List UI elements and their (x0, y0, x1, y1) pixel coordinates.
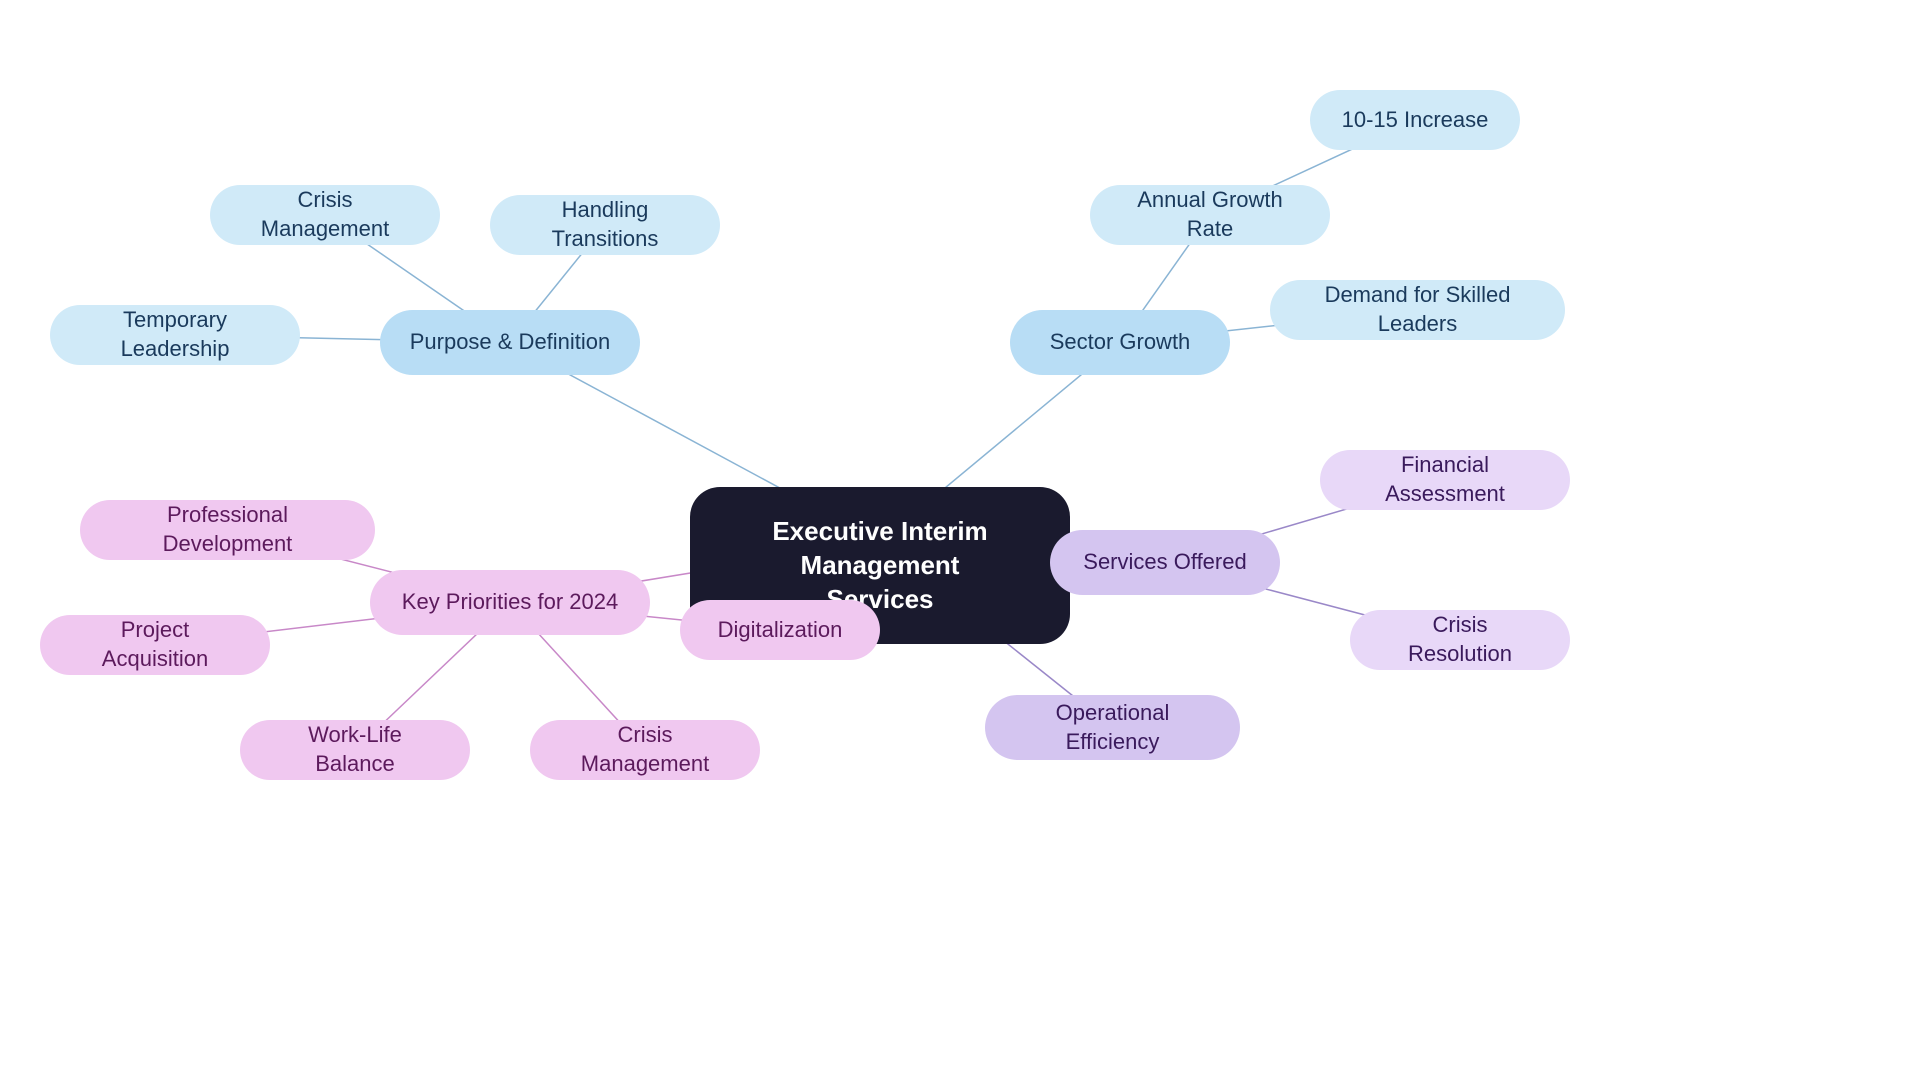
ten-fifteen-increase-node: 10-15 Increase (1310, 90, 1520, 150)
sector-growth-label: Sector Growth (1050, 328, 1191, 357)
purpose-definition-node: Purpose & Definition (380, 310, 640, 375)
digitalization-node: Digitalization (680, 600, 880, 660)
crisis-resolution-node: Crisis Resolution (1350, 610, 1570, 670)
purpose-definition-label: Purpose & Definition (410, 328, 611, 357)
professional-development-label: Professional Development (108, 501, 347, 558)
work-life-balance-node: Work-Life Balance (240, 720, 470, 780)
crisis-management-top-label: Crisis Management (238, 186, 412, 243)
key-priorities-node: Key Priorities for 2024 (370, 570, 650, 635)
handling-transitions-node: Handling Transitions (490, 195, 720, 255)
temporary-leadership-label: Temporary Leadership (78, 306, 272, 363)
services-offered-label: Services Offered (1083, 548, 1246, 577)
crisis-resolution-label: Crisis Resolution (1378, 611, 1542, 668)
temporary-leadership-node: Temporary Leadership (50, 305, 300, 365)
ten-fifteen-increase-label: 10-15 Increase (1342, 106, 1489, 135)
financial-assessment-label: Financial Assessment (1348, 451, 1542, 508)
services-offered-node: Services Offered (1050, 530, 1280, 595)
key-priorities-label: Key Priorities for 2024 (402, 588, 618, 617)
demand-skilled-leaders-node: Demand for Skilled Leaders (1270, 280, 1565, 340)
handling-transitions-label: Handling Transitions (518, 196, 692, 253)
operational-efficiency-node: Operational Efficiency (985, 695, 1240, 760)
financial-assessment-node: Financial Assessment (1320, 450, 1570, 510)
digitalization-label: Digitalization (718, 616, 843, 645)
work-life-balance-label: Work-Life Balance (268, 721, 442, 778)
professional-development-node: Professional Development (80, 500, 375, 560)
crisis-management-bottom-label: Crisis Management (558, 721, 732, 778)
operational-efficiency-label: Operational Efficiency (1013, 699, 1212, 756)
demand-skilled-leaders-label: Demand for Skilled Leaders (1298, 281, 1537, 338)
crisis-management-top-node: Crisis Management (210, 185, 440, 245)
annual-growth-rate-label: Annual Growth Rate (1118, 186, 1302, 243)
project-acquisition-node: Project Acquisition (40, 615, 270, 675)
crisis-management-bottom-node: Crisis Management (530, 720, 760, 780)
project-acquisition-label: Project Acquisition (68, 616, 242, 673)
sector-growth-node: Sector Growth (1010, 310, 1230, 375)
annual-growth-rate-node: Annual Growth Rate (1090, 185, 1330, 245)
